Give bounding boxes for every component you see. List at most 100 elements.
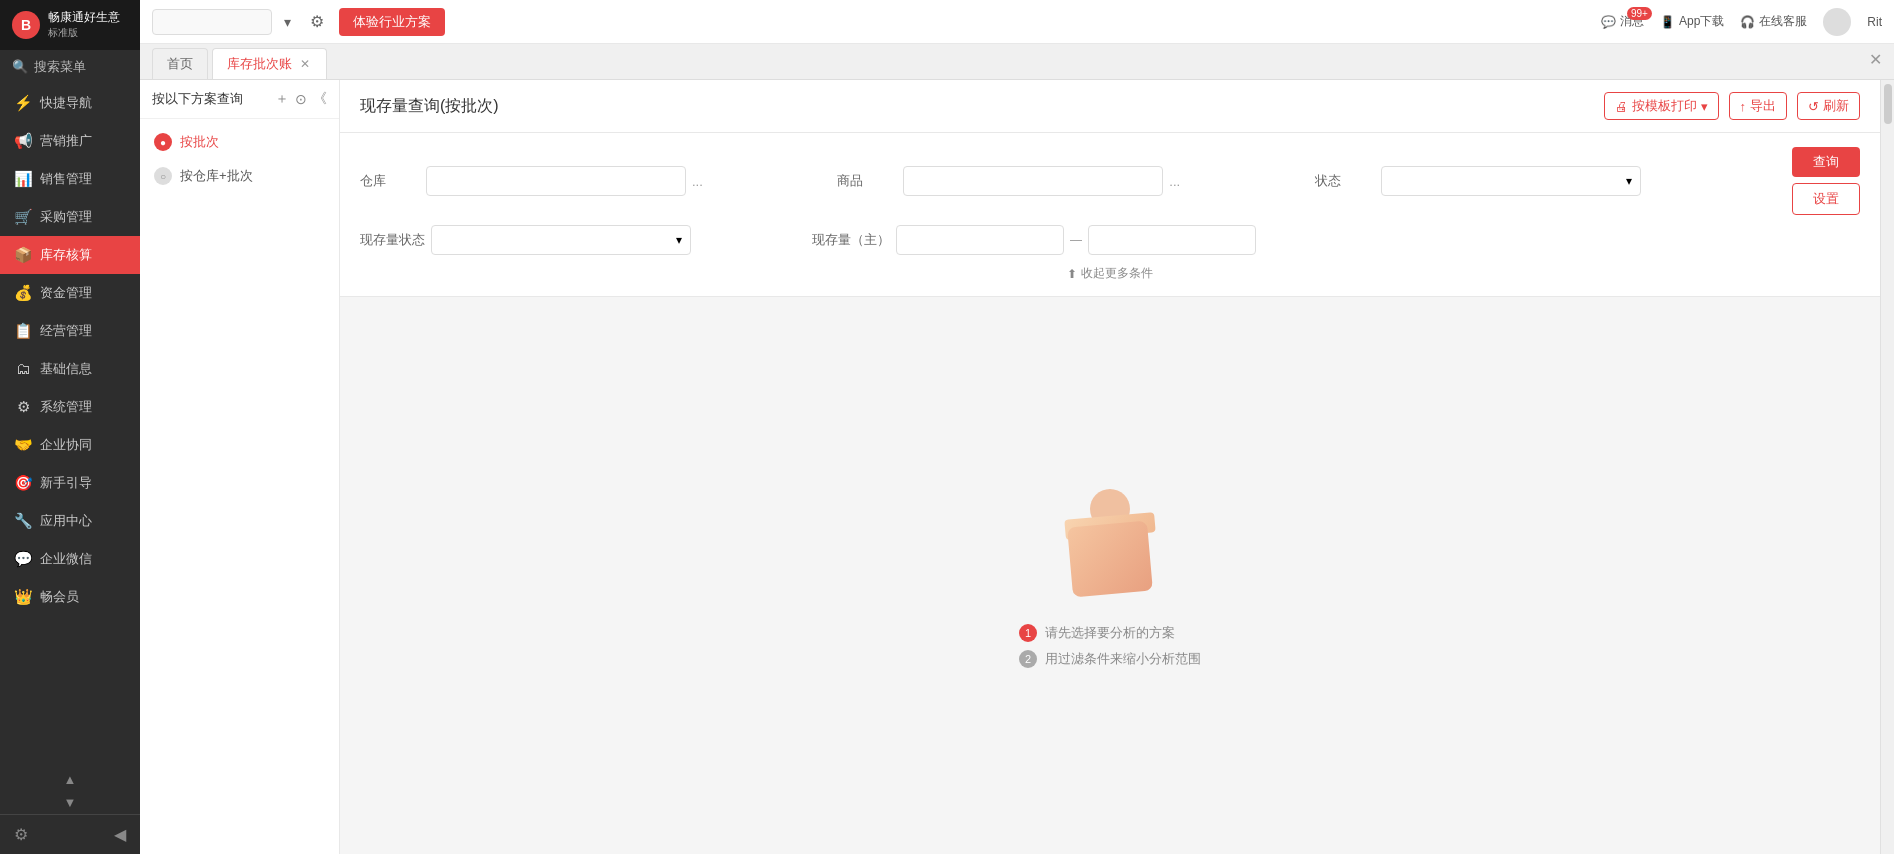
sidebar-item-wechat[interactable]: 💬企业微信 [0, 540, 140, 578]
scheme-item-batch[interactable]: ● 按批次 [140, 125, 339, 159]
warehouse-more-btn[interactable]: ... [692, 174, 703, 189]
hint-num-2: 2 [1019, 650, 1037, 668]
nav-icon-wechat: 💬 [14, 550, 32, 568]
nav-icon-inventory: 📦 [14, 246, 32, 264]
nav-label-basic: 基础信息 [40, 360, 92, 378]
page-title: 现存量查询(按批次) [360, 96, 499, 117]
footer-collapse-icon[interactable]: ◀ [114, 825, 126, 844]
qty-max-input[interactable] [1088, 225, 1256, 255]
sidebar-scroll-down[interactable]: ▼ [0, 791, 140, 814]
topbar-service[interactable]: 🎧 在线客服 [1740, 13, 1807, 30]
sidebar-item-enterprise[interactable]: 🤝企业协同 [0, 426, 140, 464]
collapse-icon: ⬆ [1067, 267, 1077, 281]
filter-qty-group: 现存量（主） — [812, 225, 1256, 255]
footer-settings-icon[interactable]: ⚙ [14, 825, 28, 844]
nav-label-marketing: 营销推广 [40, 132, 92, 150]
filter-actions: 查询 设置 [1792, 147, 1860, 215]
username[interactable]: Rit [1867, 15, 1882, 29]
tab-close-icon[interactable]: ✕ [298, 57, 312, 71]
message-icon: 💬 [1601, 15, 1616, 29]
nav-icon-marketing: 📢 [14, 132, 32, 150]
print-button[interactable]: 🖨 按模板打印 ▾ [1604, 92, 1719, 120]
sidebar-item-sales[interactable]: 📊销售管理 [0, 160, 140, 198]
left-panel-actions: ＋ ⊙ 《 [275, 90, 327, 108]
sidebar-item-app-center[interactable]: 🔧应用中心 [0, 502, 140, 540]
refresh-button[interactable]: ↺ 刷新 [1797, 92, 1860, 120]
sidebar-item-finance[interactable]: 💰资金管理 [0, 274, 140, 312]
collapse-btn[interactable]: ⬆ 收起更多条件 [1067, 265, 1153, 282]
headset-icon: 🎧 [1740, 15, 1755, 29]
tab-inventory-batch[interactable]: 库存批次账 ✕ [212, 48, 327, 79]
left-panel-header: 按以下方案查询 ＋ ⊙ 《 [140, 80, 339, 119]
close-all-tabs-icon[interactable]: ✕ [1869, 50, 1882, 69]
filter-row-2: 现存量状态 ▾ 现存量（主） — [360, 225, 1860, 255]
inv-status-dropdown-icon: ▾ [676, 233, 682, 247]
sidebar-item-guide[interactable]: 🎯新手引导 [0, 464, 140, 502]
nav-label-operation: 经营管理 [40, 322, 92, 340]
add-scheme-icon[interactable]: ＋ [275, 90, 289, 108]
empty-illustration [1050, 484, 1170, 604]
scheme-icon-batch: ● [154, 133, 172, 151]
sidebar-item-marketing[interactable]: 📢 营销推广 [0, 122, 140, 160]
settings-scheme-icon[interactable]: ⊙ [295, 91, 307, 107]
left-panel-items: ● 按批次 ○ 按仓库+批次 [140, 119, 339, 199]
topbar-gear-icon[interactable]: ⚙ [303, 8, 331, 36]
filter-area: 仓库 ... 商品 ... 状态 ▾ [340, 133, 1880, 297]
sidebar-item-basic[interactable]: 🗂基础信息 [0, 350, 140, 388]
print-dropdown-icon[interactable]: ▾ [1701, 99, 1708, 114]
page-actions: 🖨 按模板打印 ▾ ↑ 导出 ↺ 刷新 [1604, 92, 1861, 120]
nav-icon-member: 👑 [14, 588, 32, 606]
empty-state: 1 请先选择要分析的方案 2 用过滤条件来缩小分析范围 [340, 297, 1880, 854]
settings-button[interactable]: 设置 [1792, 183, 1860, 215]
nav-icon-finance: 💰 [14, 284, 32, 302]
topbar-dropdown-btn[interactable]: ▾ [280, 9, 295, 35]
sidebar-item-member[interactable]: 👑畅会员 [0, 578, 140, 616]
hint-num-1: 1 [1019, 624, 1037, 642]
inventory-status-select[interactable]: ▾ [431, 225, 691, 255]
empty-box [1067, 520, 1153, 597]
user-avatar[interactable] [1823, 8, 1851, 36]
sidebar-item-system[interactable]: ⚙系统管理 [0, 388, 140, 426]
scheme-item-warehouse-batch[interactable]: ○ 按仓库+批次 [140, 159, 339, 193]
filter-warehouse-group: 仓库 ... [360, 166, 825, 196]
empty-hint-1: 1 请先选择要分析的方案 [1019, 624, 1201, 642]
print-icon: 🖨 [1615, 99, 1628, 114]
scroll-thumb [1884, 84, 1892, 124]
topbar-message[interactable]: 💬 消息 99+ [1601, 13, 1644, 30]
filter-inventory-status-group: 现存量状态 ▾ [360, 225, 800, 255]
right-scrollbar[interactable] [1880, 80, 1894, 854]
sidebar-item-purchase[interactable]: 🛒采购管理 [0, 198, 140, 236]
main-area: ▾ ⚙ 体验行业方案 💬 消息 99+ 📱 App下载 🎧 在线客服 Rit 首… [140, 0, 1894, 854]
status-select[interactable]: ▾ [1381, 166, 1641, 196]
app-version: 标准版 [48, 26, 120, 40]
nav-icon-purchase: 🛒 [14, 208, 32, 226]
status-label: 状态 [1315, 172, 1375, 190]
sidebar-footer: ⚙ ◀ [0, 814, 140, 854]
page-header: 现存量查询(按批次) 🖨 按模板打印 ▾ ↑ 导出 ↺ 刷新 [340, 80, 1880, 133]
empty-hints: 1 请先选择要分析的方案 2 用过滤条件来缩小分析范围 [1019, 624, 1201, 668]
qty-label: 现存量（主） [812, 231, 890, 249]
sidebar-item-quick-nav[interactable]: ⚡快捷导航 [0, 84, 140, 122]
nav-icon-guide: 🎯 [14, 474, 32, 492]
scheme-label-warehouse: 按仓库+批次 [180, 167, 253, 185]
query-button[interactable]: 查询 [1792, 147, 1860, 177]
sidebar-scroll-up[interactable]: ▲ [0, 768, 140, 791]
sidebar-search[interactable]: 🔍 搜索菜单 [0, 50, 140, 84]
product-more-btn[interactable]: ... [1169, 174, 1180, 189]
export-button[interactable]: ↑ 导出 [1729, 92, 1788, 120]
qty-min-input[interactable] [896, 225, 1064, 255]
tab-home[interactable]: 首页 [152, 48, 208, 79]
topbar-search-input[interactable] [152, 9, 272, 35]
sidebar-item-inventory[interactable]: 📦 库存核算 [0, 236, 140, 274]
topbar-app-download[interactable]: 📱 App下载 [1660, 13, 1724, 30]
left-panel: 按以下方案查询 ＋ ⊙ 《 ● 按批次 ○ 按仓库+批次 [140, 80, 340, 854]
nav-label-inventory: 库存核算 [40, 246, 92, 264]
nav-icon-system: ⚙ [14, 398, 32, 416]
trial-btn[interactable]: 体验行业方案 [339, 8, 445, 36]
sidebar-item-operation[interactable]: 📋经营管理 [0, 312, 140, 350]
warehouse-input[interactable] [426, 166, 686, 196]
phone-icon: 📱 [1660, 15, 1675, 29]
product-input[interactable] [903, 166, 1163, 196]
message-badge: 99+ [1627, 7, 1652, 20]
collapse-panel-icon[interactable]: 《 [313, 90, 327, 108]
